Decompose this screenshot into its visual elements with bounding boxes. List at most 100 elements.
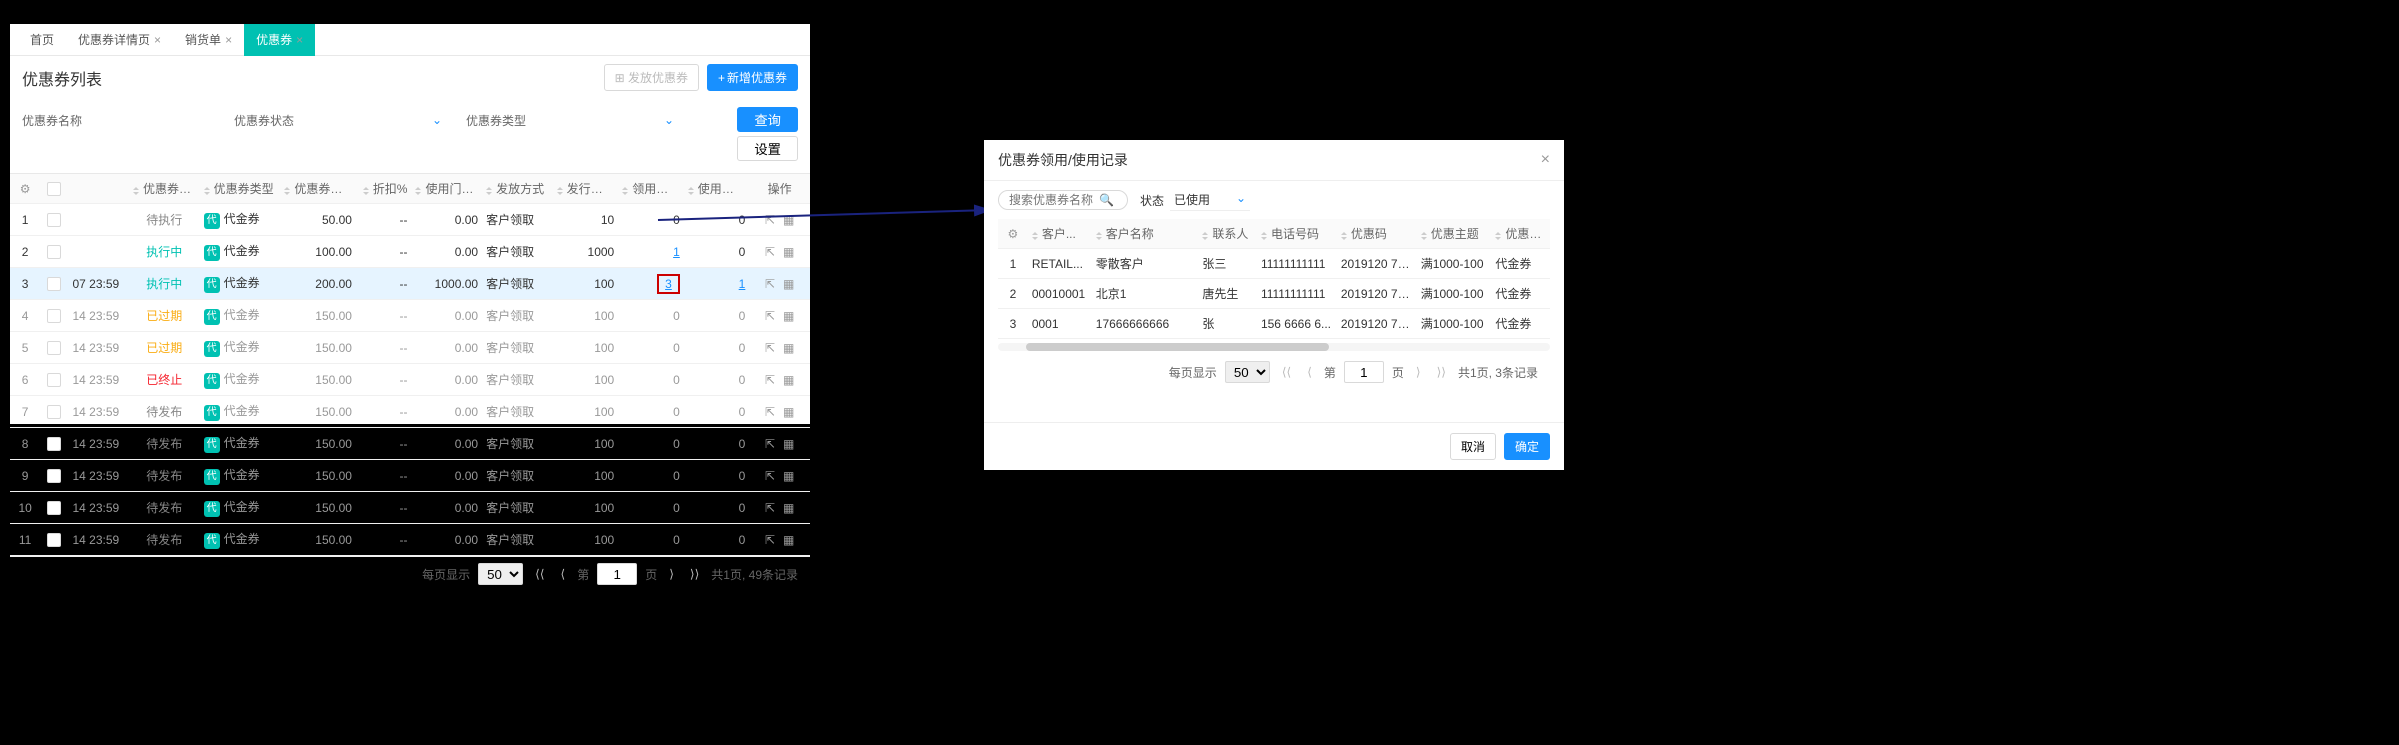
- coupon-type-select[interactable]: ⌄: [534, 107, 674, 133]
- table-row[interactable]: 7 14 23:59 待发布 代代金券 150.00 -- 0.00 客户领取 …: [10, 396, 810, 428]
- row-checkbox[interactable]: [47, 309, 61, 323]
- share-icon[interactable]: ⇱: [765, 341, 775, 355]
- col-phone[interactable]: 电话号码: [1257, 219, 1337, 249]
- query-button[interactable]: 查询: [737, 107, 798, 132]
- col-threshold[interactable]: 使用门槛...: [411, 174, 482, 204]
- share-icon[interactable]: ⇱: [765, 533, 775, 547]
- gear-icon[interactable]: ⚙: [20, 182, 31, 196]
- col-coupon-type[interactable]: 优惠券类...: [1491, 219, 1550, 249]
- col-theme[interactable]: 优惠主题: [1417, 219, 1492, 249]
- ok-button[interactable]: 确定: [1504, 433, 1550, 460]
- per-page-select[interactable]: 50: [478, 563, 523, 585]
- close-icon[interactable]: ×: [154, 33, 161, 47]
- share-icon[interactable]: ⇱: [765, 405, 775, 419]
- close-icon[interactable]: ×: [225, 33, 232, 47]
- first-page-icon[interactable]: ⟨⟨: [531, 567, 548, 581]
- row-checkbox[interactable]: [47, 341, 61, 355]
- table-row[interactable]: 3 0001 17666666666 张 156 6666 6... 20191…: [998, 309, 1550, 339]
- tab-coupon[interactable]: 优惠券×: [244, 24, 315, 56]
- col-type[interactable]: 优惠券类型: [200, 174, 281, 204]
- table-row[interactable]: 6 14 23:59 已终止 代代金券 150.00 -- 0.00 客户领取 …: [10, 364, 810, 396]
- qrcode-icon[interactable]: ▦: [783, 341, 794, 355]
- col-coupon-code[interactable]: 优惠码: [1337, 219, 1417, 249]
- first-page-icon[interactable]: ⟨⟨: [1278, 365, 1295, 379]
- distribute-coupon-button[interactable]: ⊞ 发放优惠券: [604, 64, 699, 91]
- table-row[interactable]: 2 00010001 北京1 唐先生 11111111111 2019120 7…: [998, 279, 1550, 309]
- next-page-icon[interactable]: ⟩: [665, 567, 678, 581]
- col-customer-code[interactable]: 客户...: [1028, 219, 1092, 249]
- close-icon[interactable]: ×: [296, 33, 303, 47]
- gear-icon[interactable]: ⚙: [1008, 227, 1019, 241]
- row-checkbox[interactable]: [47, 373, 61, 387]
- table-row[interactable]: 11 14 23:59 待发布 代代金券 150.00 -- 0.00 客户领取…: [10, 524, 810, 556]
- col-status[interactable]: 优惠券状态: [129, 174, 200, 204]
- share-icon[interactable]: ⇱: [765, 245, 775, 259]
- row-checkbox[interactable]: [47, 501, 61, 515]
- use-count-link[interactable]: 1: [739, 277, 746, 291]
- qrcode-icon[interactable]: ▦: [783, 501, 794, 515]
- search-icon[interactable]: 🔍: [1099, 193, 1114, 207]
- table-row[interactable]: 8 14 23:59 待发布 代代金券 150.00 -- 0.00 客户领取 …: [10, 428, 810, 460]
- qrcode-icon[interactable]: ▦: [783, 309, 794, 323]
- coupon-name-search-input[interactable]: [1009, 193, 1099, 207]
- table-row[interactable]: 10 14 23:59 待发布 代代金券 150.00 -- 0.00 客户领取…: [10, 492, 810, 524]
- col-issue[interactable]: 发行数量: [553, 174, 619, 204]
- select-all-checkbox[interactable]: [47, 182, 61, 196]
- modal-page-input[interactable]: [1344, 361, 1384, 383]
- tab-home[interactable]: 首页: [18, 24, 66, 56]
- share-icon[interactable]: ⇱: [765, 437, 775, 451]
- qrcode-icon[interactable]: ▦: [783, 213, 794, 227]
- status-select[interactable]: 已使用 ⌄: [1170, 189, 1250, 211]
- qrcode-icon[interactable]: ▦: [783, 245, 794, 259]
- col-discount[interactable]: 折扣%: [356, 174, 411, 204]
- row-checkbox[interactable]: [47, 533, 61, 547]
- claim-count-link[interactable]: 3: [657, 274, 680, 294]
- col-face[interactable]: 优惠券面值: [280, 174, 356, 204]
- row-checkbox[interactable]: [47, 405, 61, 419]
- qrcode-icon[interactable]: ▦: [783, 277, 794, 291]
- tab-sales-order[interactable]: 销货单×: [173, 24, 244, 56]
- row-checkbox[interactable]: [47, 245, 61, 259]
- next-page-icon[interactable]: ⟩: [1412, 365, 1425, 379]
- row-checkbox[interactable]: [47, 213, 61, 227]
- col-contact[interactable]: 联系人: [1198, 219, 1257, 249]
- share-icon[interactable]: ⇱: [765, 309, 775, 323]
- last-page-icon[interactable]: ⟩⟩: [1433, 365, 1450, 379]
- qrcode-icon[interactable]: ▦: [783, 533, 794, 547]
- share-icon[interactable]: ⇱: [765, 213, 775, 227]
- table-row[interactable]: 1 RETAIL... 零散客户 张三 11111111111 2019120 …: [998, 249, 1550, 279]
- table-row[interactable]: 3 07 23:59 执行中 代代金券 200.00 -- 1000.00 客户…: [10, 268, 810, 300]
- row-checkbox[interactable]: [47, 437, 61, 451]
- modal-per-page-select[interactable]: 50: [1225, 361, 1270, 383]
- share-icon[interactable]: ⇱: [765, 469, 775, 483]
- prev-page-icon[interactable]: ⟨: [557, 567, 570, 581]
- col-method[interactable]: 发放方式: [482, 174, 553, 204]
- qrcode-icon[interactable]: ▦: [783, 405, 794, 419]
- qrcode-icon[interactable]: ▦: [783, 469, 794, 483]
- horizontal-scrollbar[interactable]: [998, 343, 1550, 351]
- prev-page-icon[interactable]: ⟨: [1303, 365, 1316, 379]
- qrcode-icon[interactable]: ▦: [783, 373, 794, 387]
- table-row[interactable]: 4 14 23:59 已过期 代代金券 150.00 -- 0.00 客户领取 …: [10, 300, 810, 332]
- share-icon[interactable]: ⇱: [765, 277, 775, 291]
- share-icon[interactable]: ⇱: [765, 501, 775, 515]
- settings-button[interactable]: 设置: [737, 136, 798, 161]
- col-claim[interactable]: 领用数量: [618, 174, 684, 204]
- add-coupon-button[interactable]: 新增优惠券: [707, 64, 798, 91]
- tab-coupon-detail[interactable]: 优惠券详情页×: [66, 24, 173, 56]
- table-row[interactable]: 9 14 23:59 待发布 代代金券 150.00 -- 0.00 客户领取 …: [10, 460, 810, 492]
- row-checkbox[interactable]: [47, 277, 61, 291]
- col-use[interactable]: 使用数量: [684, 174, 750, 204]
- cancel-button[interactable]: 取消: [1450, 433, 1496, 460]
- row-checkbox[interactable]: [47, 469, 61, 483]
- modal-close-icon[interactable]: ×: [1541, 151, 1550, 169]
- page-input[interactable]: [597, 563, 637, 585]
- table-row[interactable]: 5 14 23:59 已过期 代代金券 150.00 -- 0.00 客户领取 …: [10, 332, 810, 364]
- col-customer-name[interactable]: 客户名称: [1092, 219, 1199, 249]
- qrcode-icon[interactable]: ▦: [783, 437, 794, 451]
- table-row[interactable]: 2 执行中 代代金券 100.00 -- 0.00 客户领取 1000 1 0 …: [10, 236, 810, 268]
- share-icon[interactable]: ⇱: [765, 373, 775, 387]
- coupon-status-select[interactable]: ⌄: [302, 107, 442, 133]
- claim-count-link[interactable]: 1: [673, 245, 680, 259]
- table-row[interactable]: 1 待执行 代代金券 50.00 -- 0.00 客户领取 10 0 0 ⇱▦: [10, 204, 810, 236]
